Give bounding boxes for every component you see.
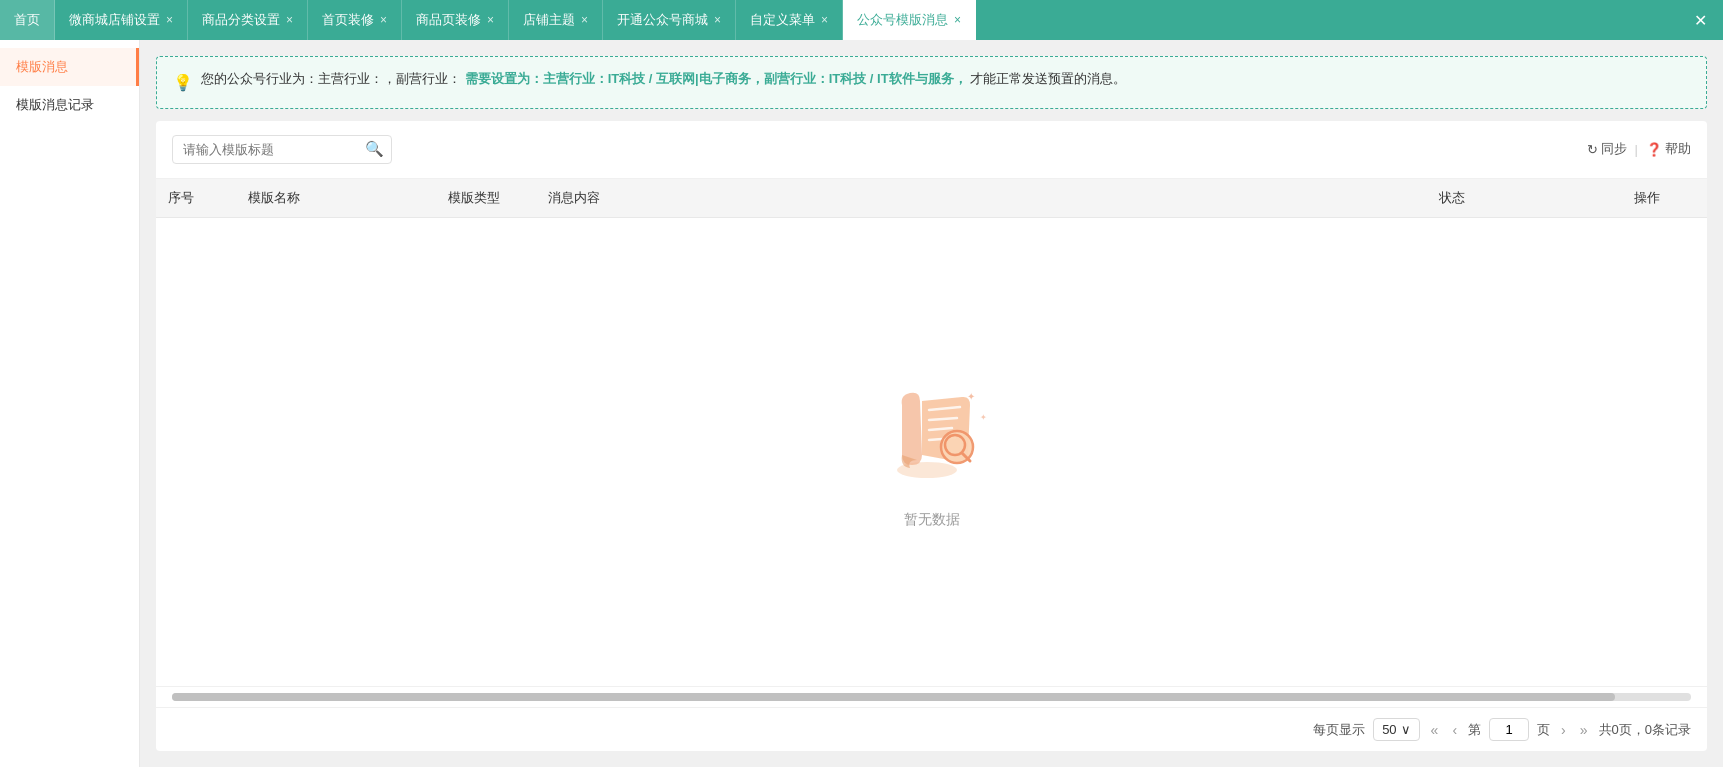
tab-template-message[interactable]: 公众号模版消息×: [843, 0, 976, 40]
next-page-button[interactable]: ›: [1558, 722, 1569, 738]
page-size-select[interactable]: 50 ∨: [1373, 718, 1419, 741]
tab-close-open-mall[interactable]: ×: [714, 13, 721, 27]
search-button[interactable]: 🔍: [365, 140, 384, 158]
tab-shop-theme[interactable]: 店铺主题×: [509, 0, 603, 40]
notice-prefix: 您的公众号行业为：主营行业：，副营行业：: [201, 71, 461, 86]
horizontal-scrollbar[interactable]: [172, 693, 1691, 701]
content-area: 💡 您的公众号行业为：主营行业：，副营行业： 需要设置为：主营行业：IT科技 /…: [140, 40, 1723, 767]
global-close-button[interactable]: ✕: [1678, 0, 1723, 40]
th-type: 模版类型: [436, 189, 536, 207]
tab-bar: 首页微商城店铺设置×商品分类设置×首页装修×商品页装修×店铺主题×开通公众号商城…: [0, 0, 1723, 40]
tab-category-settings[interactable]: 商品分类设置×: [188, 0, 308, 40]
tab-shop-settings[interactable]: 微商城店铺设置×: [55, 0, 188, 40]
notice-text: 您的公众号行业为：主营行业：，副营行业： 需要设置为：主营行业：IT科技 / 互…: [201, 69, 1126, 90]
tab-close-shop-theme[interactable]: ×: [581, 13, 588, 27]
tab-product-decoration[interactable]: 商品页装修×: [402, 0, 509, 40]
th-serial: 序号: [156, 189, 236, 207]
tab-close-home-decoration[interactable]: ×: [380, 13, 387, 27]
toolbar-right: ↻ 同步 | ❓ 帮助: [1587, 140, 1691, 158]
sync-label: 同步: [1601, 140, 1627, 158]
notice-suffix: 才能正常发送预置的消息。: [970, 71, 1126, 86]
empty-state: ✦ ✦ 暂无数据: [156, 218, 1707, 686]
table-area: 🔍 ↻ 同步 | ❓ 帮助 序号 模版名称 模版: [156, 121, 1707, 751]
chevron-down-icon: ∨: [1401, 722, 1411, 737]
th-content: 消息内容: [536, 189, 1427, 207]
tab-close-shop-settings[interactable]: ×: [166, 13, 173, 27]
page-size-value: 50: [1382, 722, 1396, 737]
tab-close-product-decoration[interactable]: ×: [487, 13, 494, 27]
tab-open-mall[interactable]: 开通公众号商城×: [603, 0, 736, 40]
sidebar-item-template-message[interactable]: 模版消息: [0, 48, 139, 86]
tab-close-custom-menu[interactable]: ×: [821, 13, 828, 27]
empty-text: 暂无数据: [904, 511, 960, 529]
sync-button[interactable]: ↻ 同步: [1587, 140, 1627, 158]
first-page-button[interactable]: «: [1428, 722, 1442, 738]
search-input[interactable]: [172, 135, 392, 164]
page-size-label: 每页显示: [1313, 721, 1365, 739]
toolbar-divider: |: [1635, 142, 1638, 157]
page-prefix: 第: [1468, 721, 1481, 739]
svg-text:✦: ✦: [980, 413, 987, 422]
tab-home-decoration[interactable]: 首页装修×: [308, 0, 402, 40]
tab-close-template-message[interactable]: ×: [954, 13, 961, 27]
pagination: 每页显示 50 ∨ « ‹ 第 页 › » 共0页，0条记录: [156, 707, 1707, 751]
th-name: 模版名称: [236, 189, 436, 207]
tab-custom-menu[interactable]: 自定义菜单×: [736, 0, 843, 40]
svg-text:✦: ✦: [967, 391, 975, 402]
page-unit: 页: [1537, 721, 1550, 739]
last-page-button[interactable]: »: [1577, 722, 1591, 738]
help-icon: ❓: [1646, 142, 1662, 157]
notice-icon: 💡: [173, 70, 193, 96]
sidebar: 模版消息模版消息记录: [0, 40, 140, 767]
tab-home[interactable]: 首页: [0, 0, 55, 40]
prev-page-button[interactable]: ‹: [1449, 722, 1460, 738]
help-label: 帮助: [1665, 140, 1691, 158]
tab-close-category-settings[interactable]: ×: [286, 13, 293, 27]
page-number-input[interactable]: [1489, 718, 1529, 741]
help-button[interactable]: ❓ 帮助: [1646, 140, 1691, 158]
table-header: 序号 模版名称 模版类型 消息内容 状态 操作: [156, 179, 1707, 218]
th-action: 操作: [1587, 189, 1707, 207]
th-status: 状态: [1427, 189, 1587, 207]
scrollbar-area: [156, 686, 1707, 707]
sidebar-item-template-record[interactable]: 模版消息记录: [0, 86, 139, 124]
scrollbar-thumb: [172, 693, 1615, 701]
search-bar: 🔍 ↻ 同步 | ❓ 帮助: [156, 121, 1707, 179]
search-input-wrap: 🔍: [172, 135, 392, 164]
notice-box: 💡 您的公众号行业为：主营行业：，副营行业： 需要设置为：主营行业：IT科技 /…: [156, 56, 1707, 109]
main-layout: 模版消息模版消息记录 💡 您的公众号行业为：主营行业：，副营行业： 需要设置为：…: [0, 40, 1723, 767]
page-total: 共0页，0条记录: [1599, 721, 1691, 739]
notice-highlight: 需要设置为：主营行业：IT科技 / 互联网|电子商务，副营行业：IT科技 / I…: [465, 71, 967, 86]
empty-illustration: ✦ ✦: [872, 375, 992, 495]
sync-icon: ↻: [1587, 142, 1598, 157]
